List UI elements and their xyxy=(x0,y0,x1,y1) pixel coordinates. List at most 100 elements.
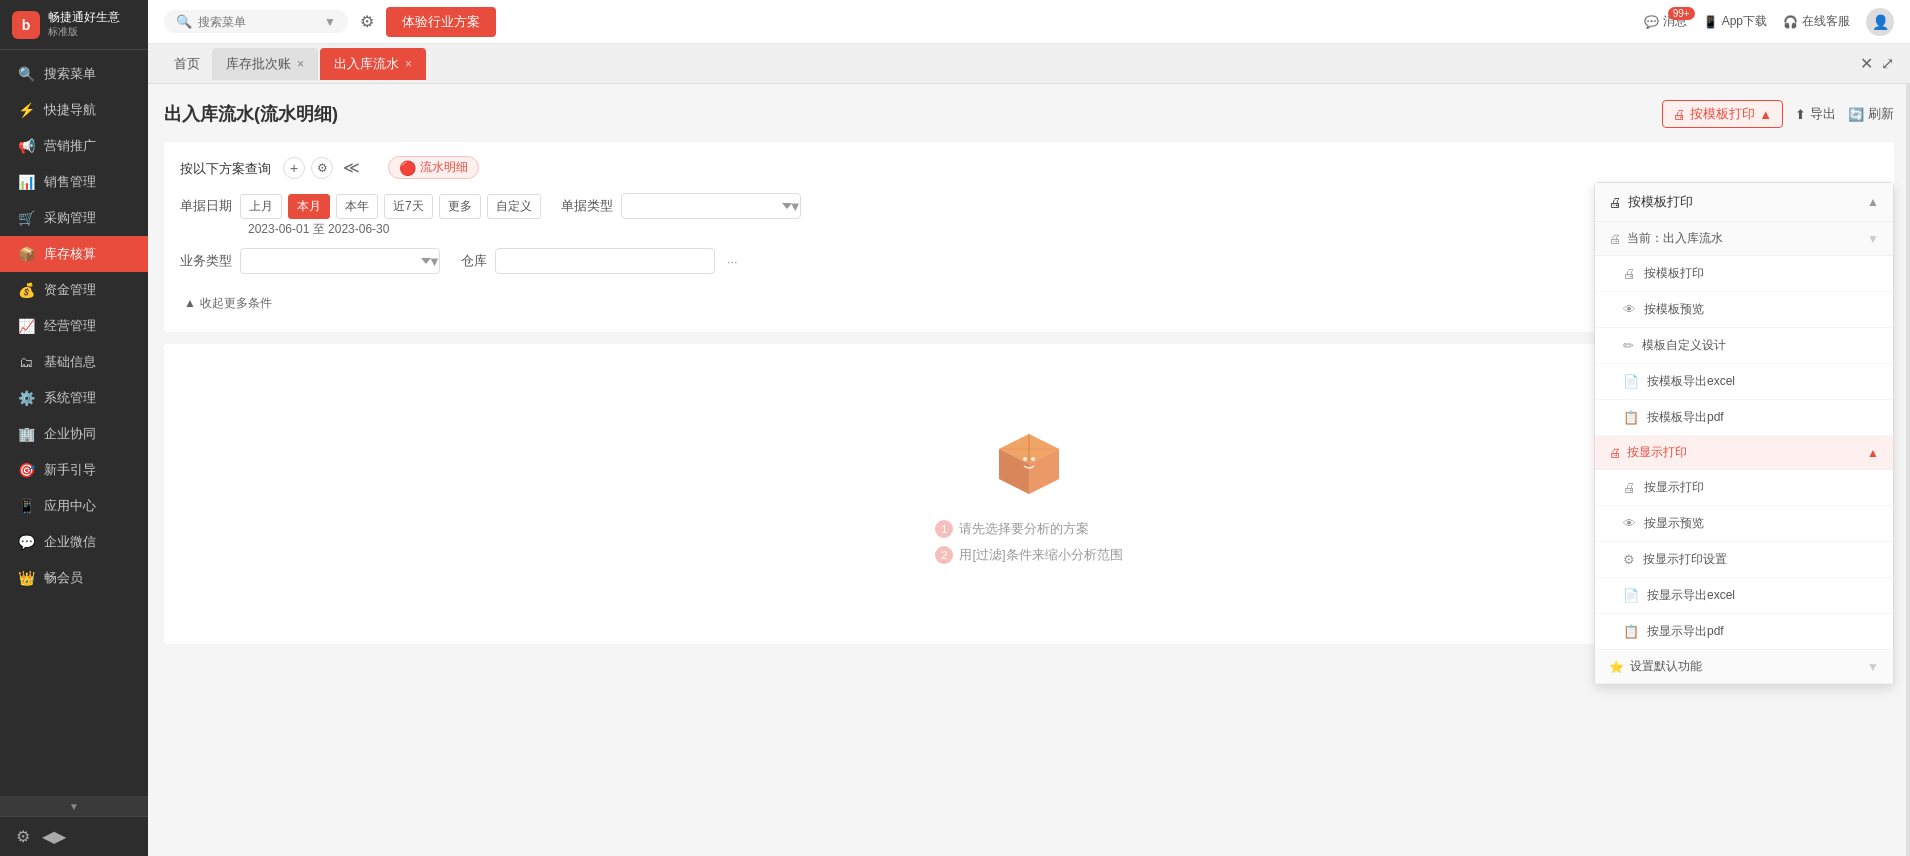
filter-tag[interactable]: 🔴 流水明细 xyxy=(388,156,479,179)
tip-text-2: 用[过滤]条件来缩小分析范围 xyxy=(959,546,1122,564)
message-badge: 99+ xyxy=(1668,7,1695,20)
voucher-type-select[interactable] xyxy=(621,193,801,219)
dropdown-default-arrow: ▼ xyxy=(1867,660,1879,674)
filter-add-button[interactable]: + xyxy=(283,157,305,179)
search-dropdown-icon[interactable]: ▼ xyxy=(324,15,336,29)
sidebar-item-inventory[interactable]: 📦 库存核算 xyxy=(0,236,148,272)
tab-batch-close[interactable]: × xyxy=(297,57,304,71)
message-item[interactable]: 💬 消息 99+ xyxy=(1644,13,1687,30)
tab-flow[interactable]: 出入库流水 × xyxy=(320,48,426,80)
dropdown-item-display-preview[interactable]: 👁 按显示预览 xyxy=(1595,506,1893,542)
date-this-year[interactable]: 本年 xyxy=(336,194,378,219)
sidebar-item-system[interactable]: ⚙️ 系统管理 xyxy=(0,380,148,416)
sidebar-item-enterprise[interactable]: 🏢 企业协同 xyxy=(0,416,148,452)
print-template-button[interactable]: 🖨 按模板打印 ▲ xyxy=(1662,100,1783,128)
refresh-icon: 🔄 xyxy=(1848,107,1864,122)
header-gear-icon[interactable]: ⚙ xyxy=(360,12,374,31)
tab-batch[interactable]: 库存批次账 × xyxy=(212,48,318,80)
filter-gear-button[interactable]: ⚙ xyxy=(311,157,333,179)
empty-tip-1: 1 请先选择要分析的方案 xyxy=(935,520,1122,538)
display-excel-icon: 📄 xyxy=(1623,588,1639,603)
sidebar-item-operations[interactable]: 📈 经营管理 xyxy=(0,308,148,344)
app-download-item[interactable]: 📱 App下载 xyxy=(1703,13,1767,30)
dropdown-item-template-design[interactable]: ✏ 模板自定义设计 xyxy=(1595,328,1893,364)
sidebar-icon-system: ⚙️ xyxy=(16,390,36,406)
date-7-days[interactable]: 近7天 xyxy=(384,194,433,219)
sidebar-icon-wechat: 💬 xyxy=(16,534,36,550)
display-settings-icon: ⚙ xyxy=(1623,552,1635,567)
sidebar-item-shortcut[interactable]: ⚡ 快捷导航 xyxy=(0,92,148,128)
tab-home[interactable]: 首页 xyxy=(164,49,210,79)
dropdown-default-section[interactable]: ⭐ 设置默认功能 ▼ xyxy=(1595,650,1893,684)
header-search-box[interactable]: 🔍 ▼ xyxy=(164,10,348,33)
main-area: 🔍 ▼ ⚙ 体验行业方案 💬 消息 99+ 📱 App下载 🎧 在线客服 👤 xyxy=(148,0,1910,856)
dropdown-item-template-excel[interactable]: 📄 按模板导出excel xyxy=(1595,364,1893,400)
dropdown-current-section[interactable]: 🖨 当前：出入库流水 ▼ xyxy=(1595,222,1893,256)
sidebar-item-sales[interactable]: 📊 销售管理 xyxy=(0,164,148,200)
empty-svg xyxy=(989,424,1069,504)
tab-close-all-button[interactable]: ✕ xyxy=(1860,54,1873,73)
svg-point-6 xyxy=(1023,457,1027,461)
tab-maximize-button[interactable]: ⤢ xyxy=(1881,54,1894,73)
sidebar-scroll-down[interactable]: ▼ xyxy=(0,796,148,816)
refresh-button[interactable]: 🔄 刷新 xyxy=(1848,105,1894,123)
sidebar-label-system: 系统管理 xyxy=(44,389,96,407)
sidebar-item-finance[interactable]: 💰 资金管理 xyxy=(0,272,148,308)
warehouse-more-icon[interactable]: ··· xyxy=(727,254,738,269)
collapse-icon[interactable]: ◀▶ xyxy=(42,827,66,846)
display-pdf-icon: 📋 xyxy=(1623,624,1639,639)
biz-type-select[interactable] xyxy=(240,248,440,274)
sidebar-item-basic[interactable]: 🗂 基础信息 xyxy=(0,344,148,380)
sidebar-item-member[interactable]: 👑 畅会员 xyxy=(0,560,148,596)
dropdown-current-arrow: ▼ xyxy=(1867,232,1879,246)
sidebar-bottom: ⚙ ◀▶ xyxy=(0,816,148,856)
page-actions: 🖨 按模板打印 ▲ ⬆ 导出 🔄 刷新 xyxy=(1662,100,1894,128)
sidebar-label-wechat: 企业微信 xyxy=(44,533,96,551)
trial-button[interactable]: 体验行业方案 xyxy=(386,7,496,37)
dropdown-item-display-print-settings[interactable]: ⚙ 按显示打印设置 xyxy=(1595,542,1893,578)
date-last-month[interactable]: 上月 xyxy=(240,194,282,219)
warehouse-input[interactable] xyxy=(495,248,715,274)
date-more[interactable]: 更多 xyxy=(439,194,481,219)
sidebar-item-search[interactable]: 🔍 搜索菜单 xyxy=(0,56,148,92)
collapse-more-btn[interactable]: ▲ 收起更多条件 xyxy=(180,291,276,316)
filter-tag-label: 流水明细 xyxy=(420,159,468,176)
dropdown-item-template-print[interactable]: 🖨 按模板打印 xyxy=(1595,256,1893,292)
warehouse-field: 仓库 ··· xyxy=(461,248,738,274)
search-input[interactable] xyxy=(198,15,318,29)
sidebar-item-apps[interactable]: 📱 应用中心 xyxy=(0,488,148,524)
date-btn-row: 上月 本月 本年 近7天 更多 自定义 xyxy=(240,194,541,219)
resize-handle[interactable] xyxy=(1906,84,1910,856)
page-area: 出入库流水(流水明细) 🖨 按模板打印 ▲ ⬆ 导出 🔄 刷新 xyxy=(148,84,1910,856)
user-avatar[interactable]: 👤 xyxy=(1866,8,1894,36)
sidebar: b 畅捷通好生意 标准版 🔍 搜索菜单 ⚡ 快捷导航 📢 营销推广 📊 销售管理… xyxy=(0,0,148,856)
empty-tips: 1 请先选择要分析的方案 2 用[过滤]条件来缩小分析范围 xyxy=(935,520,1122,564)
print-dropdown-panel: 🖨 按模板打印 ▲ 🖨 当前：出入库流水 ▼ 🖨 按模板打印 👁 xyxy=(1594,182,1894,685)
dropdown-default-label: ⭐ 设置默认功能 xyxy=(1609,658,1702,675)
sidebar-item-marketing[interactable]: 📢 营销推广 xyxy=(0,128,148,164)
export-button[interactable]: ⬆ 导出 xyxy=(1795,105,1836,123)
settings-icon[interactable]: ⚙ xyxy=(16,827,30,846)
dropdown-item-template-pdf[interactable]: 📋 按模板导出pdf xyxy=(1595,400,1893,436)
sidebar-item-purchase[interactable]: 🛒 采购管理 xyxy=(0,200,148,236)
dropdown-item-template-preview[interactable]: 👁 按模板预览 xyxy=(1595,292,1893,328)
filter-collapse-button[interactable]: ≪ xyxy=(339,156,364,179)
tab-flow-close[interactable]: × xyxy=(405,57,412,71)
tip-num-1: 1 xyxy=(935,520,953,538)
excel-icon: 📄 xyxy=(1623,374,1639,389)
date-custom[interactable]: 自定义 xyxy=(487,194,541,219)
online-service-label: 在线客服 xyxy=(1802,13,1850,30)
dropdown-item-display-print[interactable]: 🖨 按显示打印 xyxy=(1595,470,1893,506)
printer-icon4: 🖨 xyxy=(1609,446,1621,460)
dropdown-item-display-excel[interactable]: 📄 按显示导出excel xyxy=(1595,578,1893,614)
dropdown-title: 🖨 按模板打印 xyxy=(1609,193,1693,211)
brand-sub: 标准版 xyxy=(48,25,120,39)
biz-type-label: 业务类型 xyxy=(180,252,232,270)
dropdown-display-section-header[interactable]: 🖨 按显示打印 ▲ xyxy=(1595,436,1893,470)
sidebar-item-newbie[interactable]: 🎯 新手引导 xyxy=(0,452,148,488)
date-this-month[interactable]: 本月 xyxy=(288,194,330,219)
dropdown-item-display-pdf[interactable]: 📋 按显示导出pdf xyxy=(1595,614,1893,650)
dropdown-collapse-icon[interactable]: ▲ xyxy=(1867,195,1879,209)
online-service-item[interactable]: 🎧 在线客服 xyxy=(1783,13,1850,30)
sidebar-item-wechat[interactable]: 💬 企业微信 xyxy=(0,524,148,560)
